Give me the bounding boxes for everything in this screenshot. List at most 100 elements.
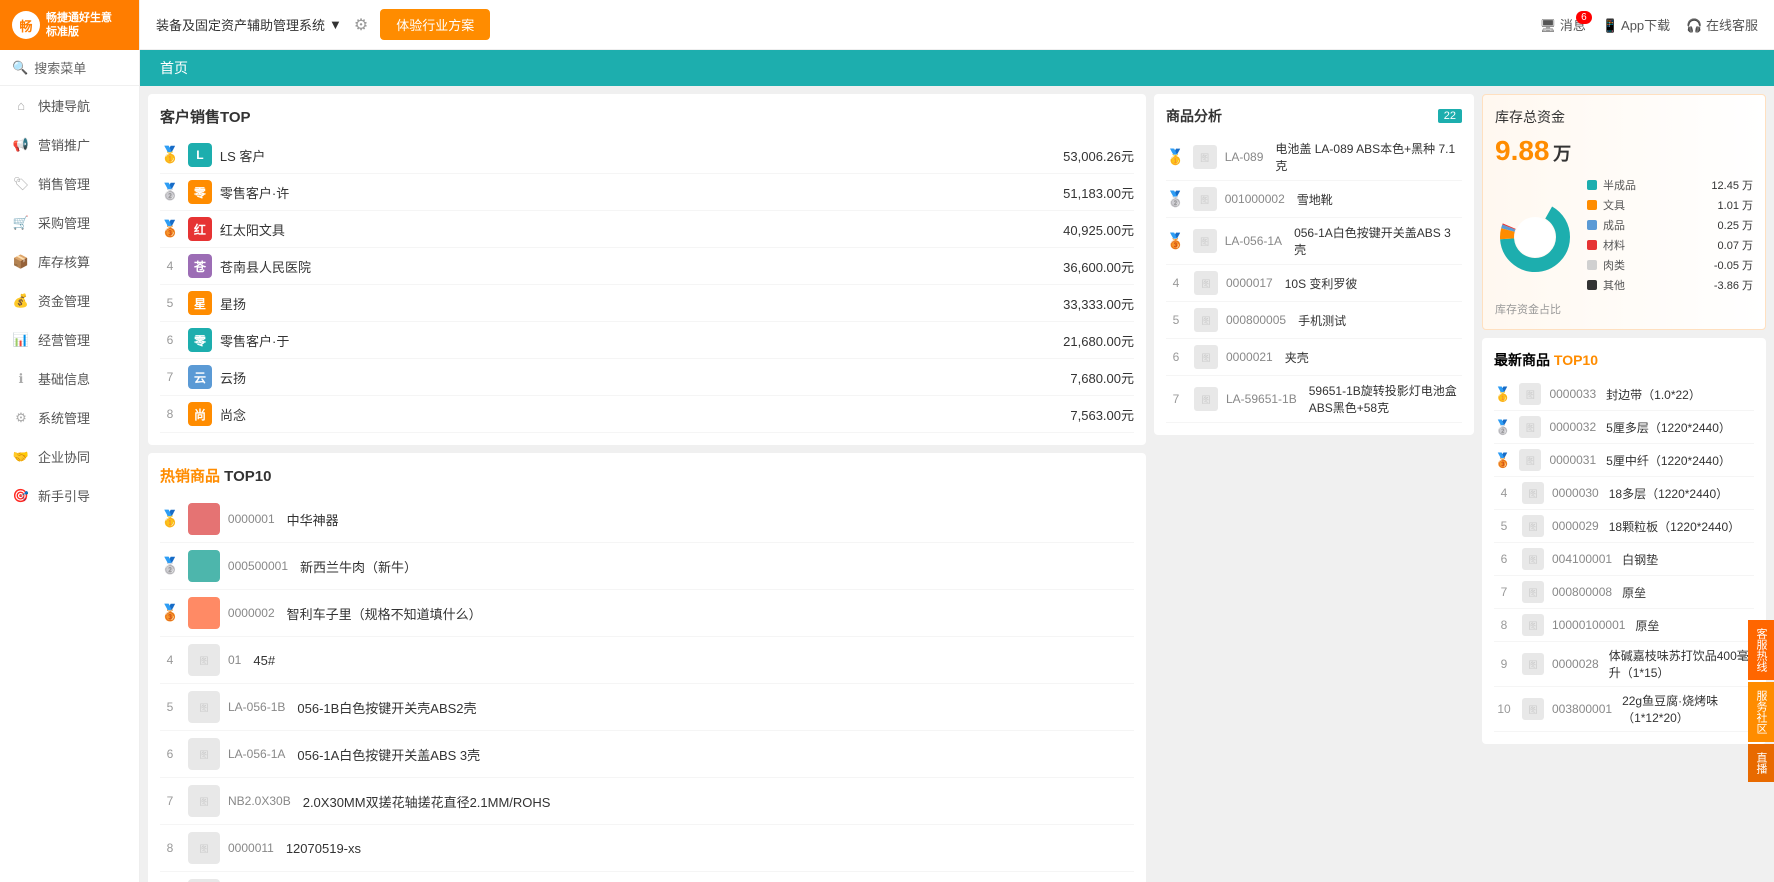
mid-product-img: 图 xyxy=(1194,345,1218,369)
system-title[interactable]: 装备及固定资产辅助管理系统 ▼ xyxy=(156,15,342,34)
customer-amount: 53,006.26元 xyxy=(1063,146,1134,165)
customer-avatar: 零 xyxy=(188,328,212,352)
newest-products-title: 最新商品 TOP10 xyxy=(1494,350,1754,370)
rank-number: 8 xyxy=(160,407,180,421)
float-direct-btn[interactable]: 直播 xyxy=(1748,744,1774,782)
sidebar-item-marketing[interactable]: 📢 营销推广 xyxy=(0,125,139,164)
mid-rank-number: 4 xyxy=(1166,276,1186,290)
guide-icon: 🎯 xyxy=(12,487,30,505)
new-product-img: 图 xyxy=(1519,449,1541,471)
mid-product-code: LA-089 xyxy=(1225,150,1264,164)
main-area: 装备及固定资产辅助管理系统 ▼ ⚙ 体验行业方案 🖥 消息 6 📱 App下载 … xyxy=(140,0,1774,882)
hot-product-row: 🥇 0000001 中华神器 xyxy=(160,496,1134,543)
new-medal-icon: 🥈 xyxy=(1494,419,1511,436)
mid-top-product-row: 5 图 000800005 手机测试 xyxy=(1166,302,1462,339)
gear-icon[interactable]: ⚙ xyxy=(354,15,368,35)
legend-value: -0.05 万 xyxy=(1714,257,1753,273)
sidebar-search[interactable]: 🔍 搜索菜单 xyxy=(0,50,139,86)
new-product-code: 0000033 xyxy=(1549,387,1596,401)
legend-item: 文具 1.01 万 xyxy=(1587,197,1753,213)
mid-top-product-row: 🥈 图 001000002 雪地靴 xyxy=(1166,181,1462,218)
newest-products-list: 🥇 图 0000033 封边带（1.0*22） 🥈 图 0000032 5厘多层… xyxy=(1494,378,1754,732)
sidebar-item-purchase[interactable]: 🛒 采购管理 xyxy=(0,203,139,242)
mid-product-name: 夹壳 xyxy=(1285,349,1462,366)
legend-value: 0.25 万 xyxy=(1718,217,1753,233)
hot-products-list: 🥇 0000001 中华神器 🥈 000500001 新西兰牛肉（新牛） 🥉 0… xyxy=(160,496,1134,882)
sidebar-item-management[interactable]: 📊 经营管理 xyxy=(0,320,139,359)
newest-product-row: 9 图 0000028 体碱嘉枝味苏打饮品400毫升（1*15） xyxy=(1494,642,1754,687)
mid-top-product-row: 6 图 0000021 夹壳 xyxy=(1166,339,1462,376)
inventory-amount-line: 9.88 万 xyxy=(1495,135,1753,167)
mid-product-code: 0000021 xyxy=(1226,350,1273,364)
mid-rank-number: 6 xyxy=(1166,350,1186,364)
new-product-code: 0000028 xyxy=(1552,657,1599,671)
legend-color-dot xyxy=(1587,240,1597,250)
sidebar-item-guide[interactable]: 🎯 新手引导 xyxy=(0,476,139,515)
mid-product-code: 000800005 xyxy=(1226,313,1286,327)
legend-item: 成品 0.25 万 xyxy=(1587,217,1753,233)
sidebar-item-finance[interactable]: 💰 资金管理 xyxy=(0,281,139,320)
content: 首页 客户销售TOP 🥇 L LS 客户 53,006.26元 🥈 零 零售客户… xyxy=(140,50,1774,882)
hot-rank-number: 6 xyxy=(160,747,180,761)
new-product-name: 22g鱼豆腐·烧烤味（1*12*20） xyxy=(1622,692,1754,726)
sidebar-item-basic-info[interactable]: ℹ 基础信息 xyxy=(0,359,139,398)
mid-top-product-row: 🥉 图 LA-056-1A 056-1A白色按键开关盖ABS 3壳 xyxy=(1166,218,1462,265)
legend-value: -3.86 万 xyxy=(1714,277,1753,293)
inventory-legend: 半成品 12.45 万 文具 1.01 万 成品 0.25 万 材料 0.07 … xyxy=(1587,177,1753,297)
hot-medal-icon: 🥉 xyxy=(160,603,180,623)
finance-icon: 💰 xyxy=(12,292,30,310)
mid-product-img: 图 xyxy=(1194,308,1218,332)
product-name: 056-1A白色按键开关盖ABS 3壳 xyxy=(297,745,480,764)
sales-icon: 🏷 xyxy=(12,175,30,193)
legend-name: 其他 xyxy=(1603,277,1708,293)
mid-top-product-row: 7 图 LA-59651-1B 59651-1B旋转投影灯电池盒ABS黑色+58… xyxy=(1166,376,1462,423)
mid-product-img: 图 xyxy=(1193,187,1217,211)
right-panels: 库存总资金 9.88 万 xyxy=(1474,86,1774,882)
sidebar-item-sales[interactable]: 🏷 销售管理 xyxy=(0,164,139,203)
hot-rank-number: 7 xyxy=(160,794,180,808)
customer-ranking-title: 客户销售TOP xyxy=(160,106,1134,127)
dropdown-arrow-icon: ▼ xyxy=(329,17,342,32)
product-image-placeholder: 图 xyxy=(188,691,220,723)
new-rank-number: 4 xyxy=(1494,486,1514,500)
notification-icon: 🖥 xyxy=(1540,18,1557,33)
float-community-btn[interactable]: 服务社区 xyxy=(1748,682,1774,742)
float-service-btn[interactable]: 客服热线 xyxy=(1748,620,1774,680)
sidebar-item-system[interactable]: ⚙ 系统管理 xyxy=(0,398,139,437)
customer-name: LS 客户 xyxy=(220,146,1055,165)
info-icon: ℹ xyxy=(12,370,30,388)
sidebar-item-inventory[interactable]: 📦 库存核算 xyxy=(0,242,139,281)
mid-product-code: LA-056-1A xyxy=(1225,234,1282,248)
newest-product-row: 4 图 0000030 18多层（1220*2440） xyxy=(1494,477,1754,510)
online-service-btn[interactable]: 🎧 在线客服 xyxy=(1686,15,1758,34)
sidebar-item-collaborate[interactable]: 🤝 企业协同 xyxy=(0,437,139,476)
customer-rank-row: 5 星 星扬 33,333.00元 xyxy=(160,285,1134,322)
notifications-btn[interactable]: 🖥 消息 6 xyxy=(1540,15,1586,34)
mid-rank-number: 7 xyxy=(1166,392,1186,406)
customer-rank-row: 7 云 云扬 7,680.00元 xyxy=(160,359,1134,396)
customer-avatar: 星 xyxy=(188,291,212,315)
mid-top-product-row: 4 图 0000017 10S 变利罗彼 xyxy=(1166,265,1462,302)
megaphone-icon: 📢 xyxy=(12,136,30,154)
top-products-badge: 22 xyxy=(1438,109,1462,123)
new-product-code: 0000032 xyxy=(1549,420,1596,434)
legend-item: 肉类 -0.05 万 xyxy=(1587,257,1753,273)
sidebar: 畅 畅捷通好生意 标准版 🔍 搜索菜单 ⌂ 快捷导航 📢 营销推广 🏷 销售管理… xyxy=(0,0,140,882)
mid-top-products-card: 商品分析 22 🥇 图 LA-089 电池盖 LA-089 ABS本色+黑种 7… xyxy=(1154,94,1474,435)
legend-name: 材料 xyxy=(1603,237,1712,253)
customer-rank-row: 🥇 L LS 客户 53,006.26元 xyxy=(160,137,1134,174)
collaborate-icon: 🤝 xyxy=(12,448,30,466)
sidebar-item-home[interactable]: ⌂ 快捷导航 xyxy=(0,86,139,125)
new-product-name: 18颗粒板（1220*2440） xyxy=(1609,518,1754,535)
customer-name: 零售客户·许 xyxy=(220,183,1055,202)
product-image xyxy=(188,503,220,535)
product-name: 12070519-xs xyxy=(286,841,361,856)
new-product-name: 5厘中纤（1220*2440） xyxy=(1606,452,1754,469)
app-download-btn[interactable]: 📱 App下载 xyxy=(1602,15,1670,34)
legend-color-dot xyxy=(1587,200,1597,210)
hot-rank-number: 4 xyxy=(160,653,180,667)
mid-product-name: 056-1A白色按键开关盖ABS 3壳 xyxy=(1294,224,1462,258)
product-name: 智利车子里（规格不知道填什么） xyxy=(287,604,482,623)
page-tab[interactable]: 首页 xyxy=(140,50,208,86)
trial-button[interactable]: 体验行业方案 xyxy=(380,9,490,40)
